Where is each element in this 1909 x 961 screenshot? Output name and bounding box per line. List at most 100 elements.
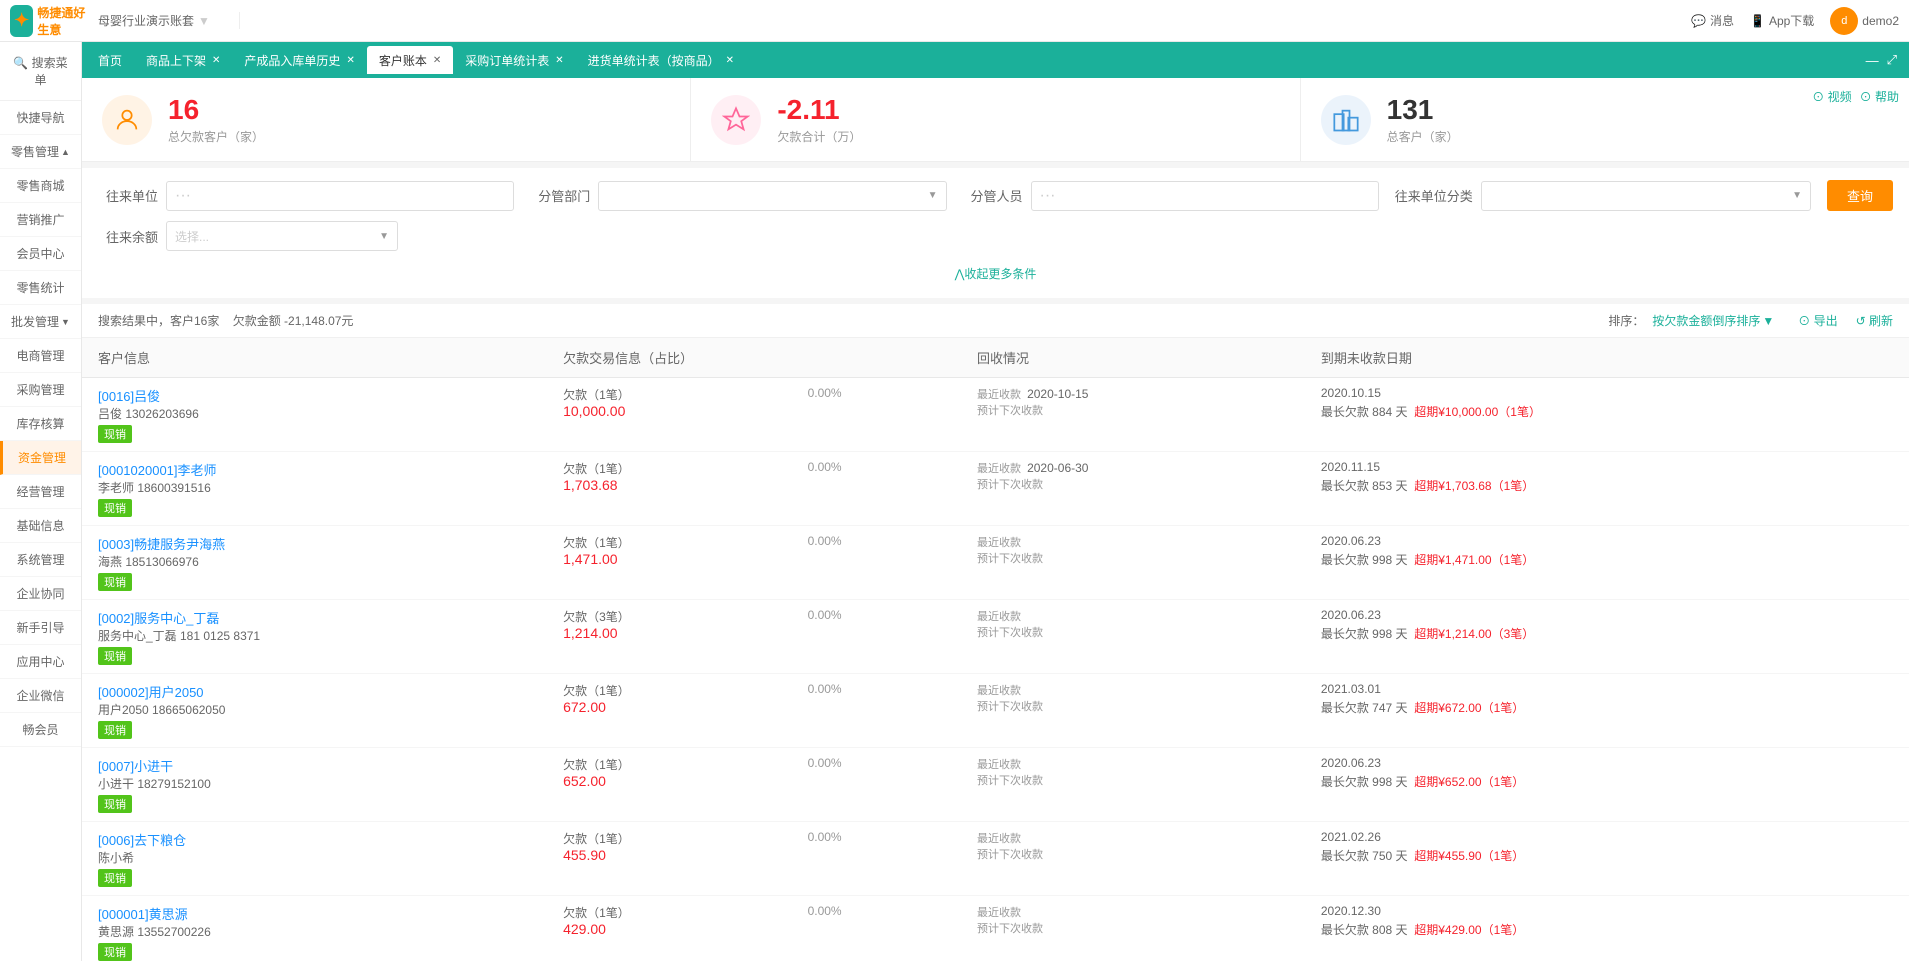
sidebar-item-purchase[interactable]: 采购管理 (0, 373, 81, 407)
export-btn[interactable]: ⊙ 导出 (1798, 312, 1837, 329)
help-area: ⊙ 视频 ⊙ 帮助 (1812, 88, 1899, 105)
filter-balance-select[interactable]: 选择... ▼ (166, 221, 398, 251)
customer-phone: 黄思源 13552700226 (98, 923, 531, 940)
overdue-link[interactable]: 超期¥1,471.00（1笔） (1414, 553, 1534, 567)
customer-info-cell: [000001]黄思源 黄思源 13552700226 现销 (82, 896, 547, 961)
tab-purchase-summary[interactable]: 采购订单统计表 ✕ (453, 46, 575, 74)
table-row: [000002]用户2050 用户2050 18665062050 现销 欠款（… (82, 674, 1909, 748)
sidebar-item-free-member[interactable]: 畅会员 (0, 713, 81, 747)
recent-label: 最近收款 (977, 611, 1027, 623)
sidebar-item-retail-stats[interactable]: 零售统计 (0, 271, 81, 305)
overdue-link[interactable]: 超期¥455.90（1笔） (1414, 849, 1524, 863)
recovery-cell: 最近收款 预计下次收款 (961, 822, 1305, 896)
recent-label: 最近收款 (977, 759, 1027, 771)
sidebar-item-capital[interactable]: 资金管理 (0, 441, 81, 475)
sidebar-item-enterprise-wechat[interactable]: 企业微信 (0, 679, 81, 713)
toolbar-sort: 排序： 按欠款金额倒序排序 ▼ ⊙ 导出 ↺ 刷新 (1608, 312, 1893, 329)
tab-close-production[interactable]: ✕ (346, 55, 354, 66)
overdue-link[interactable]: 超期¥1,214.00（3笔） (1414, 627, 1534, 641)
tab-close-customer[interactable]: ✕ (433, 55, 441, 66)
table-row: [0001020001]李老师 李老师 18600391516 现销 欠款（1笔… (82, 452, 1909, 526)
filter-category-select[interactable]: ▼ (1481, 181, 1811, 211)
debt-amount: 1,214.00 (563, 625, 767, 641)
query-button[interactable]: 查询 (1827, 180, 1893, 211)
sidebar-item-retail-mgmt[interactable]: 零售管理 ▲ (0, 135, 81, 169)
overdue-days: 最长欠款 747 天 (1321, 701, 1411, 715)
customer-name-link[interactable]: [0006]去下粮仓 (98, 830, 531, 849)
debt-count: 欠款（1笔） (563, 460, 767, 477)
recovery-cell: 最近收款 预计下次收款 (961, 526, 1305, 600)
customer-name-link[interactable]: [000001]黄思源 (98, 904, 531, 923)
tab-home[interactable]: 首页 (86, 46, 134, 74)
sidebar-item-app-center[interactable]: 应用中心 (0, 645, 81, 679)
due-date-cell: 2021.02.26 最长欠款 750 天 超期¥455.90（1笔） (1305, 822, 1909, 896)
sidebar-item-basic-info[interactable]: 基础信息 (0, 509, 81, 543)
content-area: 16 总欠款客户（家） -2.11 欠款合计（万） (82, 78, 1909, 961)
sidebar-item-inventory[interactable]: 库存核算 (0, 407, 81, 441)
tab-products-off[interactable]: 商品上下架 ✕ (134, 46, 232, 74)
debt-amount-number: -2.11 (777, 94, 861, 126)
minimize-icon[interactable]: — (1866, 53, 1879, 68)
help-btn[interactable]: ⊙ 帮助 (1860, 88, 1899, 105)
sidebar-item-marketing[interactable]: 营销推广 (0, 203, 81, 237)
customer-name-link[interactable]: [0007]小进干 (98, 756, 531, 775)
table-row: [0003]畅捷服务尹海燕 海燕 18513066976 现销 欠款（1笔） 1… (82, 526, 1909, 600)
maximize-icon[interactable]: ⤢ (1887, 52, 1897, 68)
customer-name-link[interactable]: [000002]用户2050 (98, 682, 531, 701)
recent-label: 最近收款 (977, 907, 1027, 919)
customer-name-link[interactable]: [0002]服务中心_丁磊 (98, 608, 531, 627)
th-customer-info: 客户信息 (82, 338, 547, 378)
tab-production-history[interactable]: 产成品入库单历史 ✕ (232, 46, 366, 74)
message-btn[interactable]: 💬 消息 (1691, 12, 1734, 29)
sidebar-item-new-guide[interactable]: 新手引导 (0, 611, 81, 645)
sidebar-item-member[interactable]: 会员中心 (0, 237, 81, 271)
recovery-cell: 最近收款 预计下次收款 (961, 896, 1305, 961)
tab-close-products[interactable]: ✕ (212, 55, 220, 66)
filter-source-input[interactable]: ··· (166, 181, 514, 211)
sidebar-item-quick-nav[interactable]: 快捷导航 (0, 101, 81, 135)
debt-percent: 0.00% (808, 830, 842, 844)
overdue-days: 最长欠款 808 天 (1321, 923, 1411, 937)
search-menu-btn[interactable]: 🔍 搜索菜单 (6, 50, 75, 92)
sidebar-item-retail-mall[interactable]: 零售商城 (0, 169, 81, 203)
result-info: 搜索结果中，客户16家 欠款金额 -21,148.07元 (98, 312, 353, 329)
app-download-btn[interactable]: 📱 App下载 (1750, 12, 1814, 29)
sidebar-item-ecommerce[interactable]: 电商管理 (0, 339, 81, 373)
filter-person-input[interactable]: ··· (1031, 181, 1379, 211)
customer-phone: 用户2050 18665062050 (98, 701, 531, 718)
video-help-btn[interactable]: ⊙ 视频 (1812, 88, 1851, 105)
overdue-link[interactable]: 超期¥672.00（1笔） (1414, 701, 1524, 715)
tab-close-purchase[interactable]: ✕ (555, 55, 563, 66)
table-row: [0002]服务中心_丁磊 服务中心_丁磊 181 0125 8371 现销 欠… (82, 600, 1909, 674)
customer-name-link[interactable]: [0001020001]李老师 (98, 460, 531, 479)
debt-transaction-cell: 欠款（1笔） 652.00 (547, 748, 783, 822)
customer-name-link[interactable]: [0016]吕俊 (98, 386, 531, 405)
customer-name-link[interactable]: [0003]畅捷服务尹海燕 (98, 534, 531, 553)
collapse-button[interactable]: ⋀ 收起更多条件 (98, 261, 1893, 286)
overdue-link[interactable]: 超期¥429.00（1笔） (1414, 923, 1524, 937)
sidebar-item-system[interactable]: 系统管理 (0, 543, 81, 577)
overdue-link[interactable]: 超期¥652.00（1笔） (1414, 775, 1524, 789)
overdue-link[interactable]: 超期¥10,000.00（1笔） (1414, 405, 1541, 419)
sidebar-item-batch-mgmt[interactable]: 批发管理 ▼ (0, 305, 81, 339)
overdue-link[interactable]: 超期¥1,703.68（1笔） (1414, 479, 1534, 493)
stat-content-amount: -2.11 欠款合计（万） (777, 94, 861, 145)
table-header-row: 客户信息 欠款交易信息（占比） 回收情况 到期未收款日期 (82, 338, 1909, 378)
refresh-btn[interactable]: ↺ 刷新 (1856, 312, 1893, 329)
debt-amount: 1,703.68 (563, 477, 767, 493)
tab-close-inventory[interactable]: ✕ (726, 55, 734, 66)
due-date-cell: 2020.10.15 最长欠款 884 天 超期¥10,000.00（1笔） (1305, 378, 1909, 452)
sidebar-item-business[interactable]: 经营管理 (0, 475, 81, 509)
filter-category: 往来单位分类 ▼ (1395, 181, 1811, 211)
filter-dept-select[interactable]: ▼ (598, 181, 946, 211)
filter-area: 往来单位 ··· 分管部门 ▼ (82, 168, 1909, 298)
tab-inventory-summary[interactable]: 进货单统计表（按商品） ✕ (576, 46, 746, 74)
sidebar-search-area[interactable]: 🔍 搜索菜单 (0, 42, 81, 101)
customer-phone: 吕俊 13026203696 (98, 405, 531, 422)
chevron-down-icon: ▲ (61, 147, 70, 157)
sort-select[interactable]: 按欠款金额倒序排序 ▼ (1652, 312, 1774, 329)
user-avatar-area[interactable]: d demo2 (1830, 7, 1899, 35)
tab-customer-account[interactable]: 客户账本 ✕ (367, 46, 453, 74)
sidebar-item-enterprise-coop[interactable]: 企业协同 (0, 577, 81, 611)
store-selector[interactable]: 母婴行业演示账套 ▼ (90, 12, 240, 29)
